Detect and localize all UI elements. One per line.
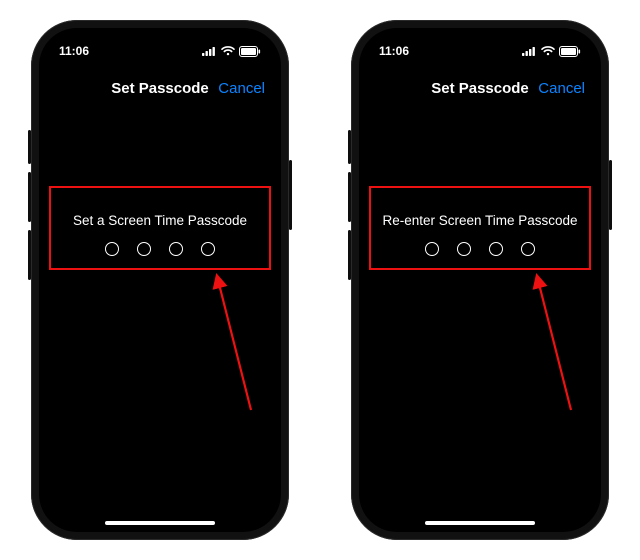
nav-bar: Set Passcode Cancel — [359, 72, 601, 104]
wifi-icon — [541, 46, 555, 56]
cellular-signal-icon — [522, 46, 537, 56]
dynamic-island — [441, 40, 519, 62]
passcode-dot — [521, 242, 535, 256]
passcode-dot — [425, 242, 439, 256]
iphone-device-right: 11:06 Set Passcode Cancel — [351, 20, 609, 540]
status-right — [522, 46, 581, 57]
passcode-dot — [137, 242, 151, 256]
passcode-dot — [489, 242, 503, 256]
passcode-prompt-label: Re-enter Screen Time Passcode — [382, 213, 577, 228]
mute-switch — [348, 130, 351, 164]
wifi-icon — [221, 46, 235, 56]
passcode-dots-row[interactable] — [425, 242, 535, 256]
annotation-arrow-icon — [445, 270, 585, 420]
battery-icon — [239, 46, 261, 57]
annotation-arrow-icon — [125, 270, 265, 420]
volume-up-button — [348, 172, 351, 222]
passcode-prompt-area: Set a Screen Time Passcode — [55, 196, 265, 272]
passcode-prompt-area: Re-enter Screen Time Passcode — [375, 196, 585, 272]
status-right — [202, 46, 261, 57]
screen: 11:06 Set Passcode Cancel — [359, 28, 601, 532]
passcode-dot — [105, 242, 119, 256]
passcode-dot — [457, 242, 471, 256]
volume-down-button — [28, 230, 31, 280]
nav-bar: Set Passcode Cancel — [39, 72, 281, 104]
device-frame: 11:06 Set Passcode Cancel — [351, 20, 609, 540]
side-button — [609, 160, 612, 230]
cellular-signal-icon — [202, 46, 217, 56]
iphone-device-left: 11:06 Set Passcode Cancel — [31, 20, 289, 540]
home-indicator[interactable] — [105, 521, 215, 525]
screen: 11:06 Set Passcode Cancel — [39, 28, 281, 532]
side-button — [289, 160, 292, 230]
cancel-button[interactable]: Cancel — [538, 80, 585, 97]
passcode-dot — [201, 242, 215, 256]
passcode-dot — [169, 242, 183, 256]
dynamic-island — [121, 40, 199, 62]
mute-switch — [28, 130, 31, 164]
home-indicator[interactable] — [425, 521, 535, 525]
device-frame: 11:06 Set Passcode Cancel — [31, 20, 289, 540]
status-time: 11:06 — [379, 44, 409, 58]
status-time: 11:06 — [59, 44, 89, 58]
volume-up-button — [28, 172, 31, 222]
cancel-button[interactable]: Cancel — [218, 80, 265, 97]
passcode-dots-row[interactable] — [105, 242, 215, 256]
battery-icon — [559, 46, 581, 57]
passcode-prompt-label: Set a Screen Time Passcode — [73, 213, 247, 228]
volume-down-button — [348, 230, 351, 280]
